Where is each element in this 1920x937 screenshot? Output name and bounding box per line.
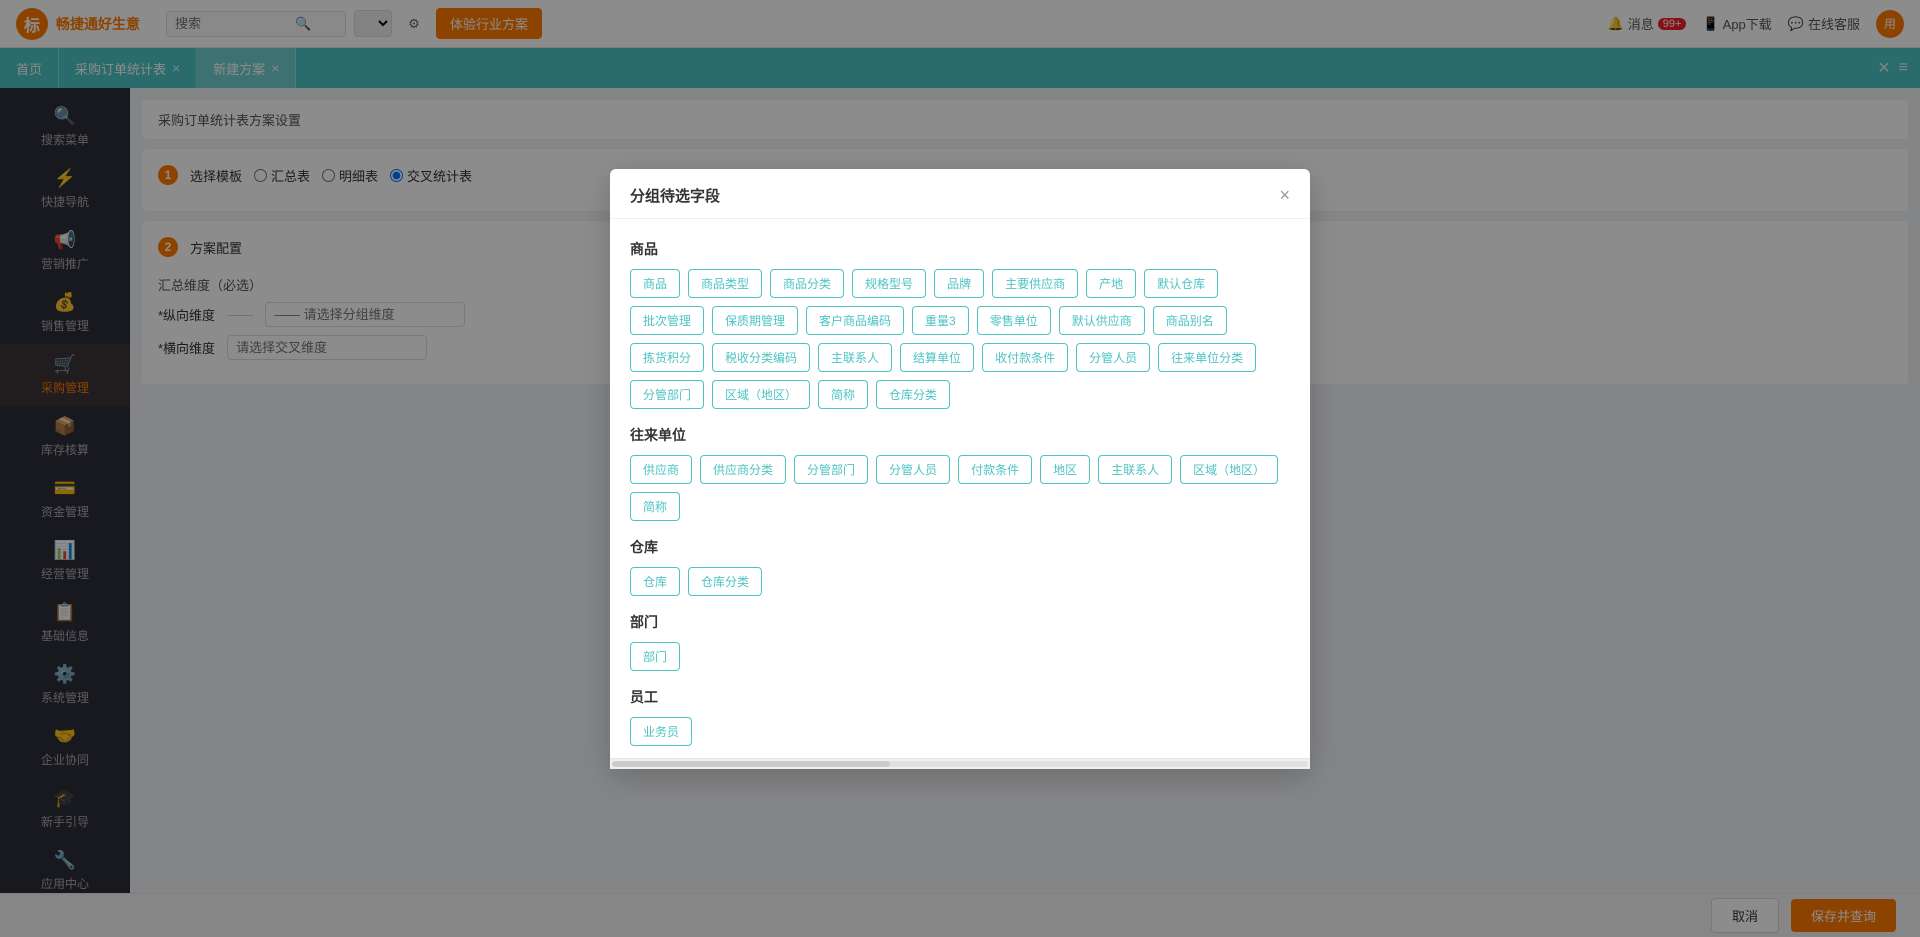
modal-close-button[interactable]: × <box>1279 185 1290 206</box>
field-tag-2-0[interactable]: 仓库 <box>630 567 680 596</box>
modal-section-2: 仓库仓库仓库分类 <box>630 537 1290 596</box>
field-tag-0-2[interactable]: 商品分类 <box>770 269 844 298</box>
fields-group-4: 业务员 <box>630 717 1290 746</box>
field-tag-0-0[interactable]: 商品 <box>630 269 680 298</box>
field-tag-0-21[interactable]: 往来单位分类 <box>1158 343 1256 372</box>
field-tag-0-23[interactable]: 区域（地区） <box>712 380 810 409</box>
modal-dialog: 分组待选字段 × 商品商品商品类型商品分类规格型号品牌主要供应商产地默认仓库批次… <box>610 169 1310 769</box>
section-title-1: 往来单位 <box>630 425 1290 445</box>
field-tag-4-0[interactable]: 业务员 <box>630 717 692 746</box>
modal-horizontal-scrollbar[interactable] <box>610 758 1310 768</box>
fields-group-2: 仓库仓库分类 <box>630 567 1290 596</box>
field-tag-0-6[interactable]: 产地 <box>1086 269 1136 298</box>
field-tag-1-7[interactable]: 区域（地区） <box>1180 455 1278 484</box>
field-tag-0-7[interactable]: 默认仓库 <box>1144 269 1218 298</box>
fields-group-1: 供应商供应商分类分管部门分管人员付款条件地区主联系人区域（地区） 简称 <box>630 455 1290 521</box>
field-tag-0-22[interactable]: 分管部门 <box>630 380 704 409</box>
field-tag-0-24[interactable]: 简称 <box>818 380 868 409</box>
field-tag-0-4[interactable]: 品牌 <box>934 269 984 298</box>
hscroll-thumb[interactable] <box>612 761 890 767</box>
field-tag-0-3[interactable]: 规格型号 <box>852 269 926 298</box>
field-tag-0-11[interactable]: 重量3 <box>912 306 969 335</box>
field-tag-1-3[interactable]: 分管人员 <box>876 455 950 484</box>
field-tag-0-13[interactable]: 默认供应商 <box>1059 306 1145 335</box>
field-tag-0-8[interactable]: 批次管理 <box>630 306 704 335</box>
field-tag-1-5[interactable]: 地区 <box>1040 455 1090 484</box>
section-title-2: 仓库 <box>630 537 1290 557</box>
fields-group-0: 商品商品类型商品分类规格型号品牌主要供应商产地默认仓库批次管理保质期管理客户商品… <box>630 269 1290 409</box>
field-tag-2-1[interactable]: 仓库分类 <box>688 567 762 596</box>
field-tag-0-15[interactable]: 拣货积分 <box>630 343 704 372</box>
modal-overlay: 分组待选字段 × 商品商品商品类型商品分类规格型号品牌主要供应商产地默认仓库批次… <box>0 0 1920 937</box>
modal-section-4: 员工业务员 <box>630 687 1290 746</box>
fields-group-3: 部门 <box>630 642 1290 671</box>
field-tag-0-12[interactable]: 零售单位 <box>977 306 1051 335</box>
field-tag-0-10[interactable]: 客户商品编码 <box>806 306 904 335</box>
field-tag-1-8[interactable]: 简称 <box>630 492 680 521</box>
field-tag-0-18[interactable]: 结算单位 <box>900 343 974 372</box>
field-tag-0-16[interactable]: 税收分类编码 <box>712 343 810 372</box>
hscroll-track <box>612 761 1308 767</box>
field-tag-1-2[interactable]: 分管部门 <box>794 455 868 484</box>
modal-section-1: 往来单位供应商供应商分类分管部门分管人员付款条件地区主联系人区域（地区） 简称 <box>630 425 1290 521</box>
field-tag-1-6[interactable]: 主联系人 <box>1098 455 1172 484</box>
field-tag-0-19[interactable]: 收付款条件 <box>982 343 1068 372</box>
field-tag-0-25[interactable]: 仓库分类 <box>876 380 950 409</box>
modal-body: 商品商品商品类型商品分类规格型号品牌主要供应商产地默认仓库批次管理保质期管理客户… <box>610 219 1310 759</box>
field-tag-3-0[interactable]: 部门 <box>630 642 680 671</box>
field-tag-0-17[interactable]: 主联系人 <box>818 343 892 372</box>
field-tag-1-1[interactable]: 供应商分类 <box>700 455 786 484</box>
section-title-0: 商品 <box>630 239 1290 259</box>
field-tag-0-20[interactable]: 分管人员 <box>1076 343 1150 372</box>
modal-header: 分组待选字段 × <box>610 169 1310 219</box>
field-tag-0-14[interactable]: 商品别名 <box>1153 306 1227 335</box>
field-tag-1-4[interactable]: 付款条件 <box>958 455 1032 484</box>
field-tag-0-9[interactable]: 保质期管理 <box>712 306 798 335</box>
modal-section-0: 商品商品商品类型商品分类规格型号品牌主要供应商产地默认仓库批次管理保质期管理客户… <box>630 239 1290 409</box>
field-tag-0-5[interactable]: 主要供应商 <box>992 269 1078 298</box>
modal-title: 分组待选字段 <box>630 185 720 206</box>
section-title-3: 部门 <box>630 612 1290 632</box>
field-tag-0-1[interactable]: 商品类型 <box>688 269 762 298</box>
field-tag-1-0[interactable]: 供应商 <box>630 455 692 484</box>
modal-section-3: 部门部门 <box>630 612 1290 671</box>
section-title-4: 员工 <box>630 687 1290 707</box>
